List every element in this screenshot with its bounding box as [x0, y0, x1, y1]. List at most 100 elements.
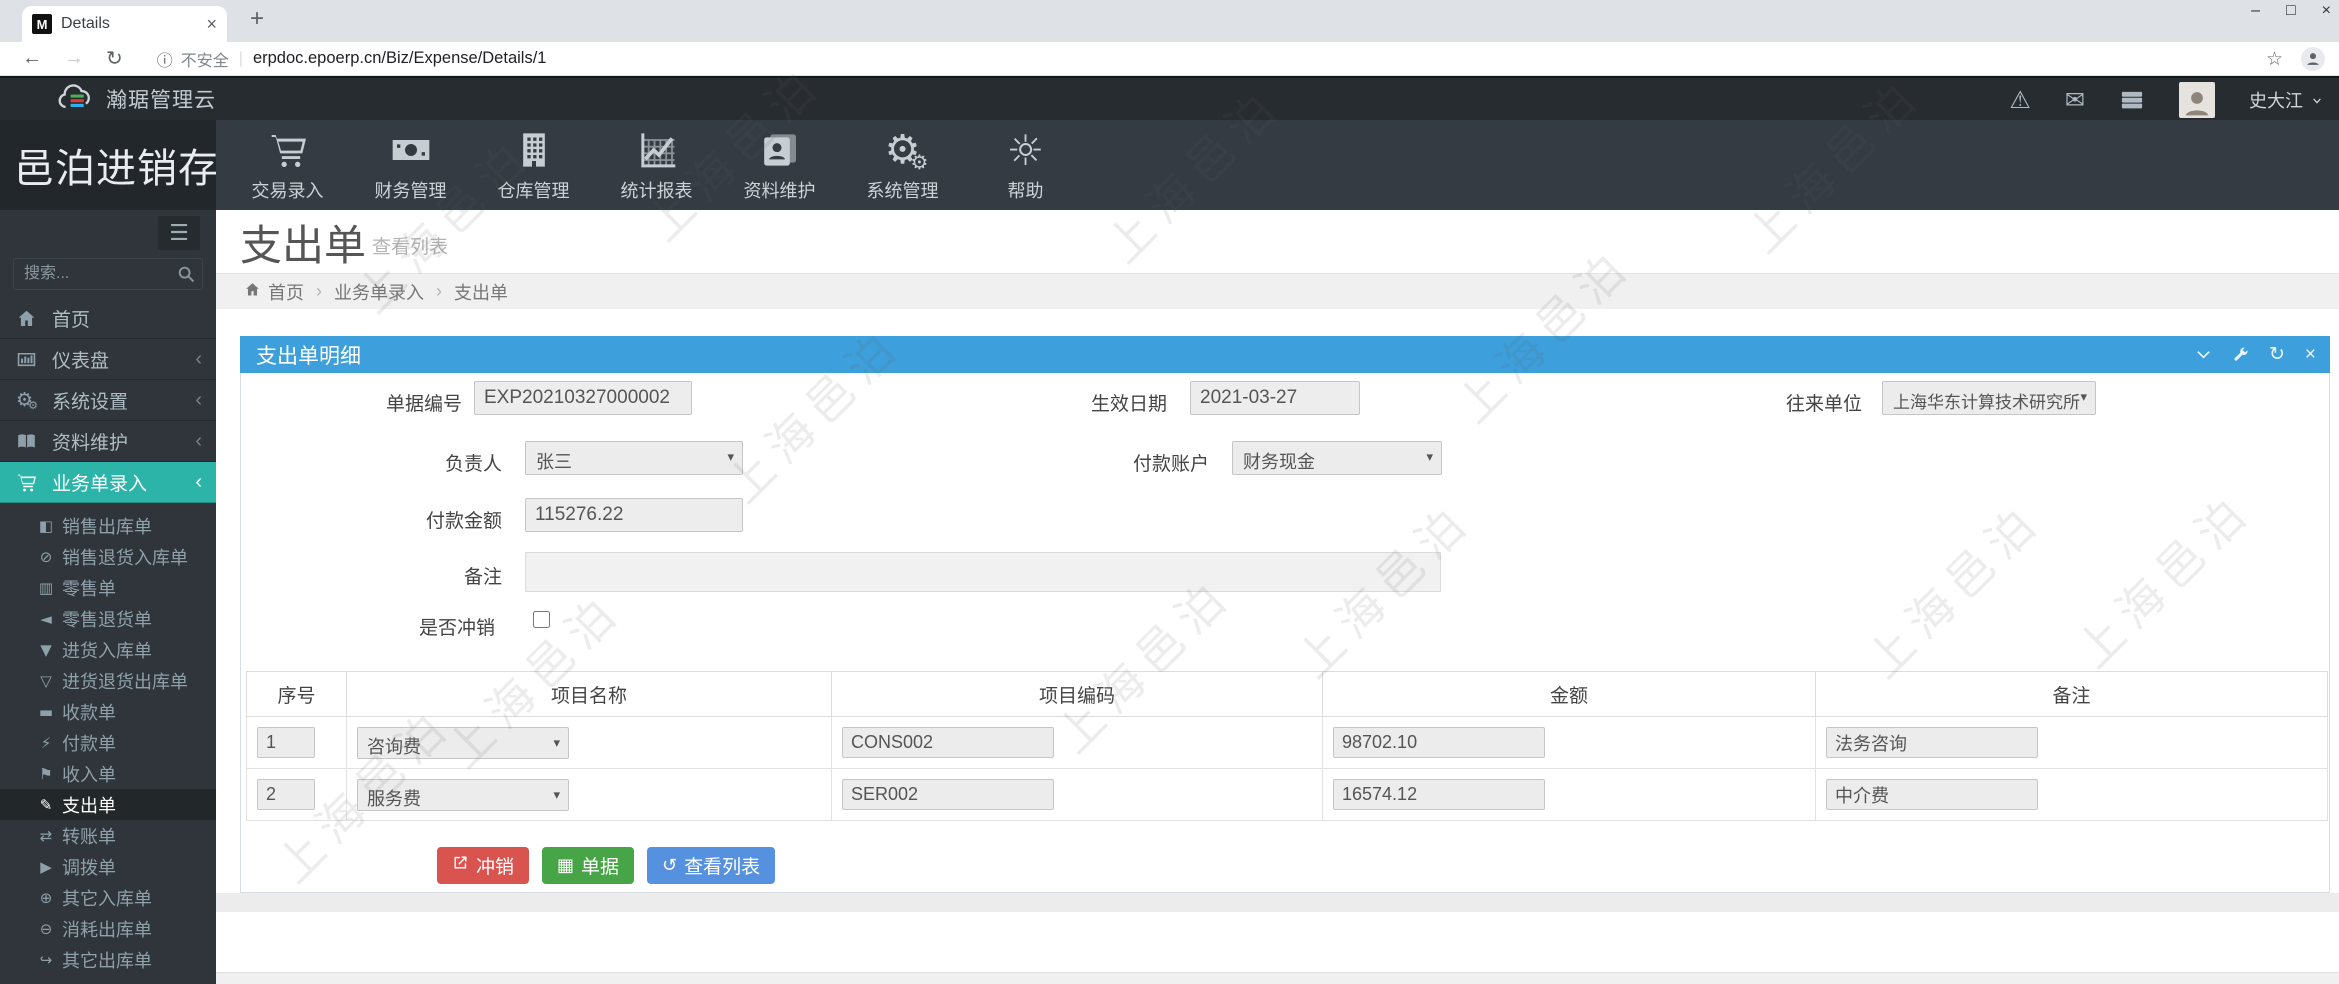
payment-amount-label: 付款金额: [425, 511, 502, 532]
tab-close-icon[interactable]: ×: [206, 14, 217, 35]
sidebar-subitem-consume-outbound[interactable]: ⊖ 消耗出库单: [0, 913, 216, 944]
breadcrumb-item[interactable]: 支出单: [454, 279, 508, 305]
sidebar-subitem-other-outbound[interactable]: ↪ 其它出库单: [0, 944, 216, 975]
mail-icon[interactable]: ✉: [2065, 86, 2085, 115]
sidebar-item-order-entry[interactable]: 业务单录入 ‹: [0, 462, 216, 503]
chevron-left-icon: ‹: [195, 388, 202, 411]
effective-date-input[interactable]: [1190, 381, 1360, 415]
item-name-value: 服务费: [367, 788, 421, 809]
item-note-input[interactable]: [1826, 727, 2038, 758]
top-menu: 交易录入 财务管理 仓库管理 统计报表 资料维护 ⚙ ⚙ 系统管理 ☼ 帮助: [216, 120, 2339, 210]
sidebar-subitem-retail[interactable]: ▥ 零售单: [0, 572, 216, 603]
sidebar-subitem-sales-outbound[interactable]: ◧ 销售出库单: [0, 510, 216, 541]
panel-collapse-icon[interactable]: [2195, 346, 2212, 363]
forward-icon[interactable]: →: [64, 47, 84, 70]
bookmark-star-icon[interactable]: ☆: [2266, 48, 2283, 71]
banknote-icon: [391, 127, 431, 173]
user-avatar[interactable]: [2179, 82, 2215, 118]
note-textarea[interactable]: [525, 552, 1441, 592]
sidebar-subitem-purchase-inbound[interactable]: ▼ 进货入库单: [0, 634, 216, 665]
view-list-button[interactable]: ↺ 查看列表: [647, 847, 776, 884]
back-icon[interactable]: ←: [22, 47, 42, 70]
payment-account-select[interactable]: 财务现金 ▾: [1232, 441, 1442, 475]
page-subtitle: 查看列表: [372, 237, 449, 258]
sidebar-subitem-other-inbound[interactable]: ⊕ 其它入库单: [0, 882, 216, 913]
item-amount-input[interactable]: [1333, 779, 1545, 810]
sidebar-subitem-label: 消耗出库单: [62, 919, 152, 940]
reload-icon[interactable]: ↻: [106, 46, 123, 71]
sidebar-subitem-label: 其它出库单: [62, 950, 152, 971]
warning-icon[interactable]: ⚠: [2009, 86, 2031, 115]
top-menu-item-system[interactable]: ⚙ ⚙ 系统管理: [841, 120, 964, 210]
item-row: 咨询费 ▾: [246, 716, 2328, 769]
sidebar-subitem-label: 转账单: [62, 826, 116, 847]
item-name-select[interactable]: 咨询费 ▾: [357, 726, 569, 759]
site-info-icon[interactable]: ⓘ: [157, 47, 173, 71]
sidebar-subitem-transfer[interactable]: ⇄ 转账单: [0, 820, 216, 851]
item-amount-input[interactable]: [1333, 727, 1545, 758]
security-label: 不安全: [180, 52, 229, 70]
sidebar-subitem-label: 零售退货单: [62, 609, 152, 630]
tab-title: Details: [61, 15, 110, 32]
sidebar-subitem-receipt[interactable]: ▬ 收款单: [0, 696, 216, 727]
reverse-button[interactable]: 冲销: [437, 847, 530, 884]
sidebar-subitem-allocation[interactable]: ▶ 调拨单: [0, 851, 216, 882]
sidebar-toggle-button[interactable]: ☰: [158, 216, 200, 250]
panel-wrench-icon[interactable]: [2232, 346, 2249, 363]
cloud-logo-icon: [54, 80, 96, 118]
bottom-gray-band-2: [216, 973, 2339, 984]
item-name-select[interactable]: 服务费 ▾: [357, 778, 569, 811]
sidebar-subitem-purchase-return-outbound[interactable]: ▽ 进货退货出库单: [0, 665, 216, 696]
top-menu-item-transaction-entry[interactable]: 交易录入: [226, 120, 349, 210]
sidebar-subitem-payment[interactable]: ⚡ 付款单: [0, 727, 216, 758]
server-icon[interactable]: [2119, 89, 2145, 111]
party-select[interactable]: 上海华东计算技术研究所 ▾: [1882, 381, 2096, 415]
top-menu-item-data-maintenance[interactable]: 资料维护: [718, 120, 841, 210]
other-outbound-icon: ↪: [39, 950, 53, 969]
owner-select[interactable]: 张三 ▾: [525, 441, 743, 475]
top-menu-item-help[interactable]: ☼ 帮助: [964, 120, 1087, 210]
url-divider: |: [238, 49, 243, 67]
sidebar-item-system-settings[interactable]: ⚙ ⚙ 系统设置 ‹: [0, 380, 216, 421]
app-logo-title: 邑泊进销存: [14, 147, 219, 191]
document-button[interactable]: ▦ 单据: [542, 847, 635, 884]
top-menu-item-warehouse[interactable]: 仓库管理: [472, 120, 595, 210]
search-icon[interactable]: [177, 265, 195, 289]
window-minimize-icon[interactable]: –: [2251, 2, 2260, 20]
expense-icon: ✎: [39, 795, 53, 814]
user-menu[interactable]: 史大江: [2249, 87, 2323, 113]
item-code-input[interactable]: [842, 727, 1054, 758]
button-label: 查看列表: [684, 857, 761, 878]
sidebar-subitem-label: 收入单: [62, 764, 116, 785]
doc-no-input[interactable]: [474, 381, 692, 415]
item-note-input[interactable]: [1826, 779, 2038, 810]
top-menu-item-finance[interactable]: 财务管理: [349, 120, 472, 210]
window-maximize-icon[interactable]: □: [2286, 2, 2296, 20]
panel-close-icon[interactable]: ×: [2305, 344, 2316, 366]
sidebar-subitem-retail-return[interactable]: ◄ 零售退货单: [0, 603, 216, 634]
breadcrumb: 首页 › 业务单录入 › 支出单: [216, 273, 2339, 309]
gears-icon: ⚙ ⚙: [16, 388, 39, 412]
breadcrumb-item[interactable]: 业务单录入: [334, 279, 424, 305]
sales-outbound-icon: ◧: [38, 516, 54, 535]
browser-tab[interactable]: M Details ×: [22, 6, 227, 42]
search-input[interactable]: [14, 259, 202, 289]
reversal-checkbox[interactable]: [533, 611, 550, 628]
new-tab-button[interactable]: +: [250, 5, 264, 33]
payment-amount-input[interactable]: [525, 498, 743, 532]
browser-profile-icon[interactable]: [2301, 47, 2325, 71]
sidebar-item-home[interactable]: 首页: [0, 298, 216, 339]
window-close-icon[interactable]: ×: [2322, 2, 2331, 20]
item-code-input[interactable]: [842, 779, 1054, 810]
row-seq-input[interactable]: [257, 727, 315, 758]
panel-refresh-icon[interactable]: ↻: [2269, 343, 2285, 366]
top-menu-item-reports[interactable]: 统计报表: [595, 120, 718, 210]
sidebar-item-data-maintenance[interactable]: 资料维护 ‹: [0, 421, 216, 462]
sidebar-item-dashboard[interactable]: 仪表盘 ‹: [0, 339, 216, 380]
breadcrumb-item[interactable]: 首页: [268, 279, 304, 305]
sidebar-subitem-income[interactable]: ⚑ 收入单: [0, 758, 216, 789]
row-seq-input[interactable]: [257, 779, 315, 810]
sidebar-subitem-expense[interactable]: ✎ 支出单: [0, 789, 216, 820]
sidebar-subitem-sales-return-inbound[interactable]: ⊘ 销售退货入库单: [0, 541, 216, 572]
url-text[interactable]: erpdoc.epoerp.cn/Biz/Expense/Details/1: [253, 49, 547, 68]
